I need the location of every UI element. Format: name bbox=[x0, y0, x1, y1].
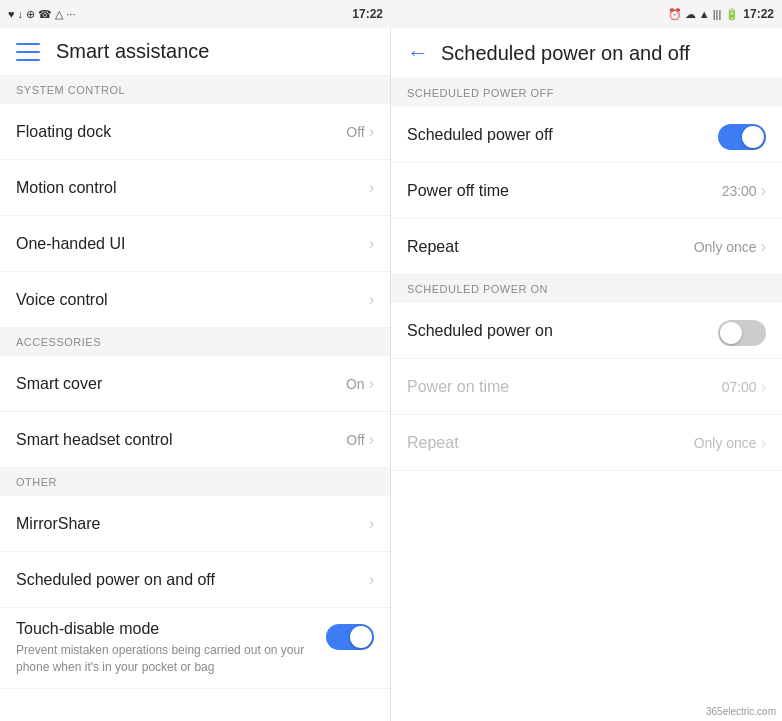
list-item-voice-control[interactable]: Voice control › bbox=[0, 272, 390, 328]
floating-dock-label: Floating dock bbox=[16, 123, 111, 141]
touch-disable-text: Touch-disable mode Prevent mistaken oper… bbox=[16, 620, 314, 676]
right-item-repeat-off[interactable]: Repeat Only once › bbox=[391, 219, 782, 275]
one-handed-right: › bbox=[369, 235, 374, 253]
right-panel: ← Scheduled power on and off SCHEDULED P… bbox=[391, 28, 782, 721]
left-status-icons: ♥ ↓ ⊕ ☎ △ ··· bbox=[8, 8, 75, 21]
motion-control-label: Motion control bbox=[16, 179, 117, 197]
hamburger-line-2 bbox=[16, 51, 40, 53]
one-handed-label: One-handed UI bbox=[16, 235, 125, 253]
right-status-icons: ⏰ ☁ ▲ ||| bbox=[668, 8, 722, 21]
right-panel-title: Scheduled power on and off bbox=[441, 42, 690, 65]
right-item-scheduled-on-toggle[interactable]: Scheduled power on bbox=[391, 303, 782, 359]
scheduled-on-label: Scheduled power on bbox=[407, 322, 553, 340]
voice-control-label: Voice control bbox=[16, 291, 108, 309]
list-item-smart-headset[interactable]: Smart headset control Off › bbox=[0, 412, 390, 468]
touch-disable-desc: Prevent mistaken operations being carrie… bbox=[16, 642, 314, 676]
scheduled-power-right: › bbox=[369, 571, 374, 589]
status-bar: ♥ ↓ ⊕ ☎ △ ··· 17:22 ⏰ ☁ ▲ ||| 🔋 17:22 bbox=[0, 0, 782, 28]
smart-headset-label: Smart headset control bbox=[16, 431, 173, 449]
scheduled-off-label: Scheduled power off bbox=[407, 126, 553, 144]
repeat-off-value: Only once bbox=[694, 239, 757, 255]
right-item-repeat-on: Repeat Only once › bbox=[391, 415, 782, 471]
voice-control-chevron: › bbox=[369, 291, 374, 309]
smart-cover-label: Smart cover bbox=[16, 375, 102, 393]
status-bar-left: ♥ ↓ ⊕ ☎ △ ··· 17:22 bbox=[0, 0, 391, 28]
repeat-off-chevron: › bbox=[761, 238, 766, 256]
smart-headset-value: Off bbox=[346, 432, 364, 448]
floating-dock-right: Off › bbox=[346, 123, 374, 141]
power-off-time-label: Power off time bbox=[407, 182, 509, 200]
power-off-time-right: 23:00 › bbox=[722, 182, 766, 200]
left-panel-title: Smart assistance bbox=[56, 40, 209, 63]
right-item-scheduled-off-toggle[interactable]: Scheduled power off bbox=[391, 107, 782, 163]
smart-cover-right: On › bbox=[346, 375, 374, 393]
repeat-off-label: Repeat bbox=[407, 238, 459, 256]
repeat-on-chevron: › bbox=[761, 434, 766, 452]
power-on-time-right: 07:00 › bbox=[722, 378, 766, 396]
motion-control-right: › bbox=[369, 179, 374, 197]
floating-dock-value: Off bbox=[346, 124, 364, 140]
list-item-floating-dock[interactable]: Floating dock Off › bbox=[0, 104, 390, 160]
list-item-mirrorshare[interactable]: MirrorShare › bbox=[0, 496, 390, 552]
repeat-on-label: Repeat bbox=[407, 434, 459, 452]
voice-control-right: › bbox=[369, 291, 374, 309]
left-time: 17:22 bbox=[352, 7, 383, 21]
main-container: Smart assistance SYSTEM CONTROL Floating… bbox=[0, 28, 782, 721]
power-on-time-chevron: › bbox=[761, 378, 766, 396]
smart-cover-value: On bbox=[346, 376, 365, 392]
floating-dock-chevron: › bbox=[369, 123, 374, 141]
motion-control-chevron: › bbox=[369, 179, 374, 197]
scheduled-on-toggle[interactable] bbox=[718, 320, 766, 346]
mirrorshare-right: › bbox=[369, 515, 374, 533]
touch-disable-toggle[interactable] bbox=[326, 624, 374, 650]
smart-cover-chevron: › bbox=[369, 375, 374, 393]
section-system-control: SYSTEM CONTROL bbox=[0, 76, 390, 104]
scheduled-power-label: Scheduled power on and off bbox=[16, 571, 215, 589]
hamburger-line-3 bbox=[16, 59, 40, 61]
left-header: Smart assistance bbox=[0, 28, 390, 76]
hamburger-line-1 bbox=[16, 43, 40, 45]
right-time: 17:22 bbox=[743, 7, 774, 21]
power-on-time-label: Power on time bbox=[407, 378, 509, 396]
left-panel: Smart assistance SYSTEM CONTROL Floating… bbox=[0, 28, 391, 721]
scheduled-off-knob bbox=[742, 126, 764, 148]
right-item-power-off-time[interactable]: Power off time 23:00 › bbox=[391, 163, 782, 219]
one-handed-chevron: › bbox=[369, 235, 374, 253]
power-on-time-value: 07:00 bbox=[722, 379, 757, 395]
section-scheduled-off: SCHEDULED POWER OFF bbox=[391, 79, 782, 107]
section-scheduled-on: SCHEDULED POWER ON bbox=[391, 275, 782, 303]
power-off-time-value: 23:00 bbox=[722, 183, 757, 199]
notification-icons: ♥ ↓ ⊕ ☎ △ ··· bbox=[8, 8, 75, 21]
power-off-time-chevron: › bbox=[761, 182, 766, 200]
list-item-scheduled-power[interactable]: Scheduled power on and off › bbox=[0, 552, 390, 608]
scheduled-off-toggle[interactable] bbox=[718, 124, 766, 150]
touch-disable-title: Touch-disable mode bbox=[16, 620, 314, 638]
mirrorshare-chevron: › bbox=[369, 515, 374, 533]
right-header: ← Scheduled power on and off bbox=[391, 28, 782, 79]
scheduled-power-chevron: › bbox=[369, 571, 374, 589]
list-item-smart-cover[interactable]: Smart cover On › bbox=[0, 356, 390, 412]
section-accessories: ACCESSORIES bbox=[0, 328, 390, 356]
list-item-motion-control[interactable]: Motion control › bbox=[0, 160, 390, 216]
repeat-off-right: Only once › bbox=[694, 238, 766, 256]
list-item-touch-disable[interactable]: Touch-disable mode Prevent mistaken oper… bbox=[0, 608, 390, 689]
menu-icon[interactable] bbox=[16, 43, 40, 61]
smart-headset-chevron: › bbox=[369, 431, 374, 449]
list-item-one-handed[interactable]: One-handed UI › bbox=[0, 216, 390, 272]
touch-disable-toggle-knob bbox=[350, 626, 372, 648]
smart-headset-right: Off › bbox=[346, 431, 374, 449]
right-item-power-on-time: Power on time 07:00 › bbox=[391, 359, 782, 415]
scheduled-on-knob bbox=[720, 322, 742, 344]
section-other: OTHER bbox=[0, 468, 390, 496]
watermark: 365electric.com bbox=[706, 706, 776, 717]
repeat-on-value: Only once bbox=[694, 435, 757, 451]
status-bar-right: ⏰ ☁ ▲ ||| 🔋 17:22 bbox=[391, 0, 782, 28]
right-battery: 🔋 bbox=[725, 8, 739, 21]
mirrorshare-label: MirrorShare bbox=[16, 515, 100, 533]
repeat-on-right: Only once › bbox=[694, 434, 766, 452]
back-arrow-icon[interactable]: ← bbox=[407, 40, 429, 66]
